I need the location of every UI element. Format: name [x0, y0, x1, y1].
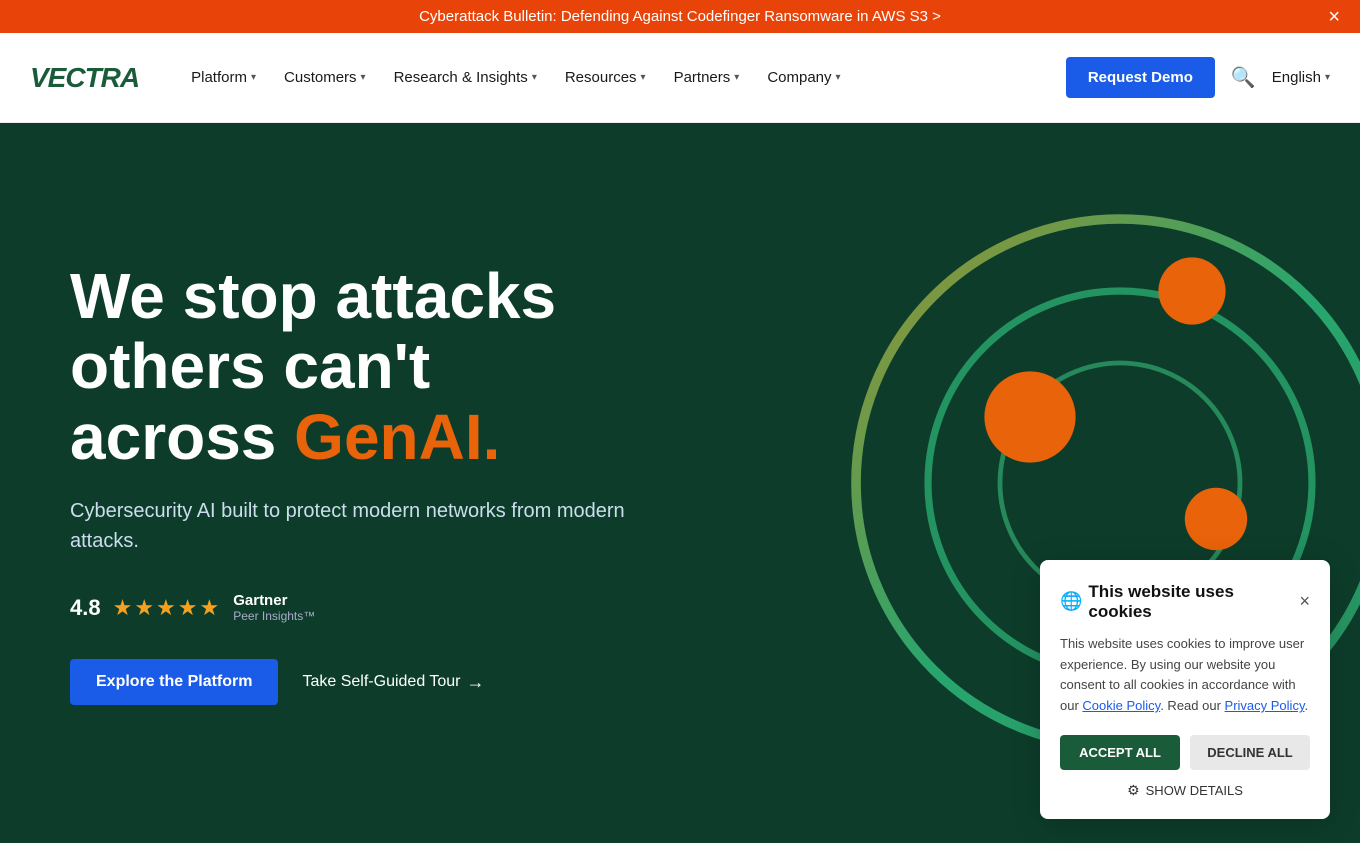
arrow-right-icon: → — [467, 672, 485, 693]
logo[interactable]: VECTRA — [30, 62, 139, 94]
hero-content: We stop attacks others can't across GenA… — [70, 261, 670, 705]
language-selector[interactable]: English ▾ — [1272, 69, 1330, 86]
show-details-label: SHOW DETAILS — [1146, 783, 1243, 798]
chevron-down-icon: ▾ — [1325, 72, 1330, 83]
cookie-header: 🌐 This website uses cookies × — [1060, 582, 1310, 622]
star-rating: ★★★★★ — [113, 595, 222, 621]
gartner-badge: Gartner Peer Insights™ — [233, 592, 315, 623]
globe-icon: 🌐 — [1060, 591, 1082, 612]
chevron-down-icon: ▾ — [251, 72, 256, 83]
explore-platform-button[interactable]: Explore the Platform — [70, 659, 278, 705]
chevron-down-icon: ▾ — [836, 72, 841, 83]
chevron-down-icon: ▾ — [532, 72, 537, 83]
cookie-body-text: This website uses cookies to improve use… — [1060, 634, 1310, 717]
decline-all-button[interactable]: DECLINE ALL — [1190, 735, 1310, 770]
privacy-policy-link[interactable]: Privacy Policy — [1225, 698, 1305, 713]
hero-title: We stop attacks others can't across GenA… — [70, 261, 670, 472]
cookie-close-button[interactable]: × — [1299, 591, 1310, 612]
cookie-policy-link[interactable]: Cookie Policy — [1082, 698, 1160, 713]
language-label: English — [1272, 69, 1321, 86]
hero-ctas: Explore the Platform Take Self-Guided To… — [70, 659, 670, 705]
main-nav: VECTRA Platform ▾ Customers ▾ Research &… — [0, 33, 1360, 123]
nav-item-customers[interactable]: Customers ▾ — [272, 61, 378, 94]
tour-link[interactable]: Take Self-Guided Tour → — [302, 672, 484, 693]
hero-subtitle: Cybersecurity AI built to protect modern… — [70, 496, 670, 556]
gear-icon: ⚙ — [1127, 782, 1140, 799]
chevron-down-icon: ▾ — [641, 72, 646, 83]
nav-item-partners[interactable]: Partners ▾ — [662, 61, 752, 94]
cookie-banner: 🌐 This website uses cookies × This websi… — [1040, 560, 1330, 819]
chevron-down-icon: ▾ — [361, 72, 366, 83]
nav-item-company[interactable]: Company ▾ — [755, 61, 852, 94]
chevron-down-icon: ▾ — [734, 72, 739, 83]
nav-links: Platform ▾ Customers ▾ Research & Insigh… — [179, 61, 1066, 94]
accept-all-button[interactable]: ACCEPT ALL — [1060, 735, 1180, 770]
request-demo-button[interactable]: Request Demo — [1066, 57, 1215, 98]
cookie-title: This website uses cookies — [1088, 582, 1299, 622]
nav-right: Request Demo 🔍 English ▾ — [1066, 57, 1330, 98]
search-icon[interactable]: 🔍 — [1231, 65, 1256, 90]
nav-item-platform[interactable]: Platform ▾ — [179, 61, 268, 94]
rating-row: 4.8 ★★★★★ Gartner Peer Insights™ — [70, 592, 670, 623]
rating-number: 4.8 — [70, 595, 101, 621]
show-details-row[interactable]: ⚙ SHOW DETAILS — [1060, 782, 1310, 799]
nav-item-research[interactable]: Research & Insights ▾ — [382, 61, 549, 94]
alert-banner: Cyberattack Bulletin: Defending Against … — [0, 0, 1360, 33]
nav-item-resources[interactable]: Resources ▾ — [553, 61, 658, 94]
alert-close-button[interactable]: × — [1328, 7, 1340, 27]
alert-text: Cyberattack Bulletin: Defending Against … — [419, 8, 941, 25]
cookie-buttons: ACCEPT ALL DECLINE ALL — [1060, 735, 1310, 770]
